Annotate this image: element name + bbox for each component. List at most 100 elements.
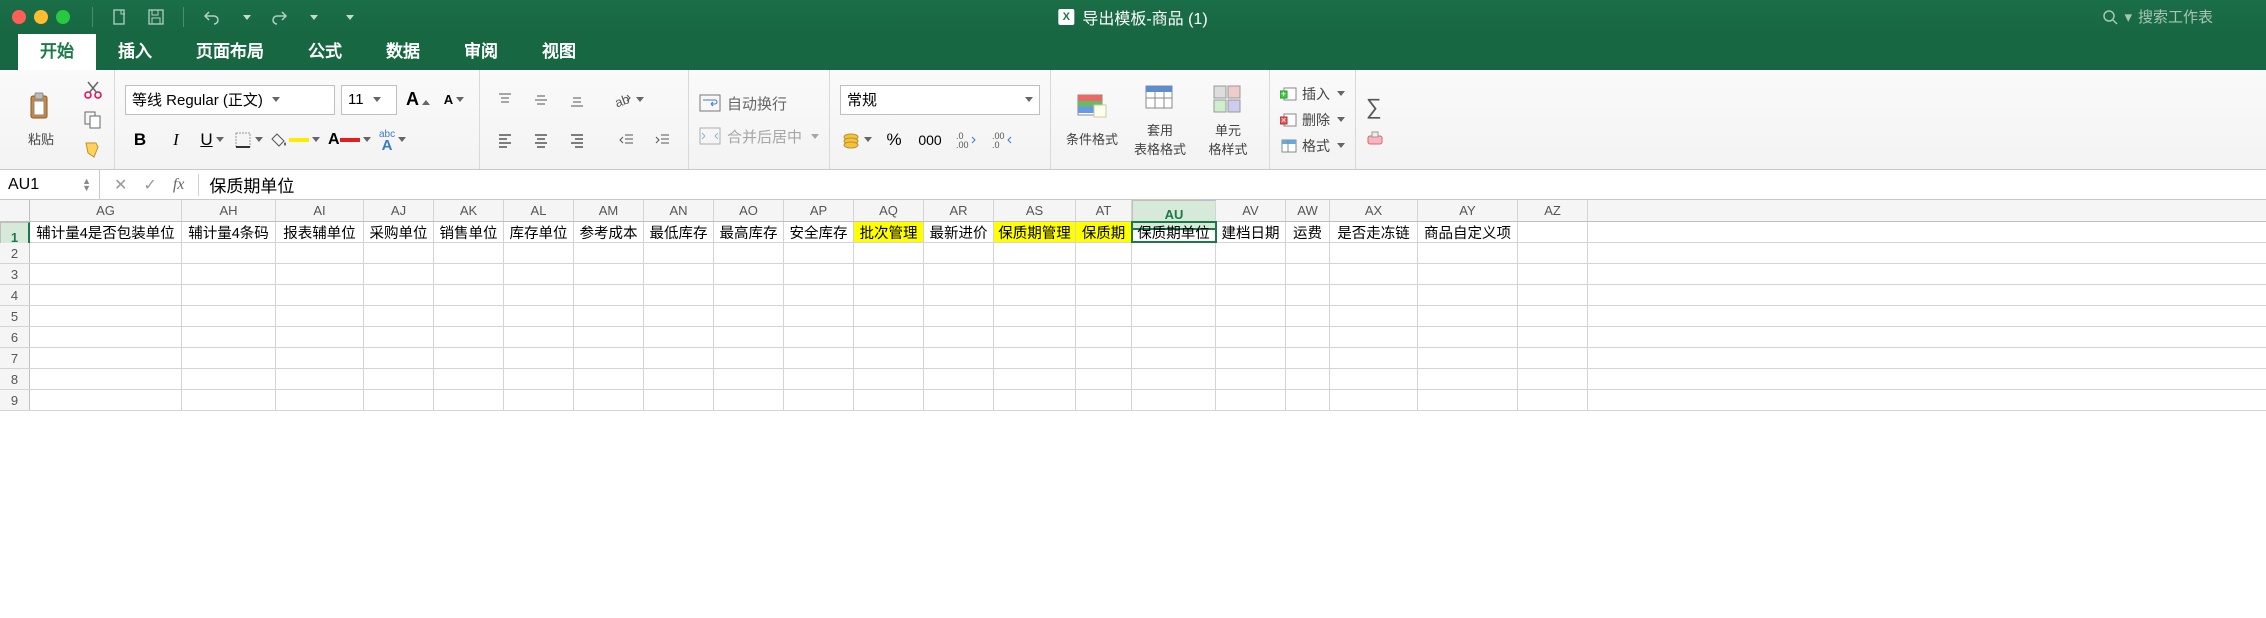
cell[interactable] [1518, 327, 1588, 347]
cell[interactable] [924, 348, 994, 368]
column-header-AL[interactable]: AL [504, 200, 574, 221]
cell[interactable]: 建档日期 [1216, 222, 1286, 242]
cut-icon[interactable] [82, 79, 104, 101]
cell[interactable] [784, 285, 854, 305]
cell[interactable] [1216, 327, 1286, 347]
cell[interactable] [1418, 306, 1518, 326]
column-header-AV[interactable]: AV [1216, 200, 1286, 221]
format-painter-icon[interactable] [82, 139, 104, 161]
cancel-formula-icon[interactable]: ✕ [114, 175, 127, 195]
cell[interactable] [1286, 390, 1330, 410]
cell[interactable] [1216, 348, 1286, 368]
search-box[interactable]: ▾ [2102, 8, 2248, 26]
column-header-AG[interactable]: AG [30, 200, 182, 221]
cell[interactable]: 保质期管理 [994, 222, 1076, 242]
undo-icon[interactable] [202, 8, 222, 26]
wrap-text-button[interactable]: 自动换行 [699, 93, 819, 114]
cell[interactable] [30, 264, 182, 284]
cell[interactable] [1076, 285, 1132, 305]
minimize-window-button[interactable] [34, 10, 48, 24]
cell[interactable] [1518, 390, 1588, 410]
cell[interactable] [1518, 285, 1588, 305]
align-bottom-button[interactable] [562, 85, 592, 115]
decrease-decimal-button[interactable]: .00.0 [987, 125, 1017, 155]
cell[interactable] [644, 264, 714, 284]
cell[interactable] [1216, 369, 1286, 389]
cell[interactable] [994, 306, 1076, 326]
cell[interactable] [994, 243, 1076, 263]
align-center-button[interactable] [526, 125, 556, 155]
cell[interactable] [644, 306, 714, 326]
cell[interactable] [276, 285, 364, 305]
new-file-icon[interactable] [111, 8, 129, 26]
cell[interactable] [364, 390, 434, 410]
cell[interactable] [854, 390, 924, 410]
cell[interactable] [1418, 369, 1518, 389]
cell[interactable] [182, 285, 276, 305]
cell[interactable] [924, 285, 994, 305]
cell[interactable] [784, 327, 854, 347]
cell[interactable] [1076, 243, 1132, 263]
cell[interactable] [1286, 369, 1330, 389]
column-header-AS[interactable]: AS [994, 200, 1076, 221]
cell[interactable] [30, 243, 182, 263]
cell[interactable] [364, 285, 434, 305]
cell[interactable] [854, 264, 924, 284]
search-input[interactable] [2138, 9, 2248, 26]
cell[interactable]: 保质期单位 [1132, 222, 1216, 242]
paste-button[interactable]: 粘贴 [10, 91, 72, 148]
align-top-button[interactable] [490, 85, 520, 115]
tab-视图[interactable]: 视图 [520, 29, 598, 70]
redo-dropdown-icon[interactable] [310, 15, 318, 20]
cell[interactable] [714, 327, 784, 347]
cell[interactable] [504, 390, 574, 410]
cell[interactable]: 最低库存 [644, 222, 714, 242]
row-header-5[interactable]: 5 [0, 306, 30, 326]
cell[interactable] [434, 390, 504, 410]
cell[interactable] [714, 348, 784, 368]
cell[interactable] [276, 348, 364, 368]
cell[interactable] [1076, 327, 1132, 347]
select-all-corner[interactable] [0, 200, 30, 221]
cell[interactable] [1418, 327, 1518, 347]
phonetic-button[interactable]: abcA [378, 125, 408, 155]
cell[interactable]: 辅计量4条码 [182, 222, 276, 242]
cell[interactable] [434, 327, 504, 347]
font-name-select[interactable]: 等线 Regular (正文) [125, 85, 335, 115]
cell[interactable] [1330, 348, 1418, 368]
cell[interactable] [1518, 243, 1588, 263]
cell[interactable] [182, 264, 276, 284]
clear-icon[interactable] [1366, 128, 1388, 146]
cell[interactable] [1076, 390, 1132, 410]
cell[interactable] [1418, 285, 1518, 305]
row-header-2[interactable]: 2 [0, 243, 30, 263]
row-header-9[interactable]: 9 [0, 390, 30, 410]
align-left-button[interactable] [490, 125, 520, 155]
cell[interactable] [276, 327, 364, 347]
row-header-6[interactable]: 6 [0, 327, 30, 347]
cell[interactable] [434, 348, 504, 368]
cell[interactable] [574, 390, 644, 410]
cell[interactable] [364, 348, 434, 368]
row-header-4[interactable]: 4 [0, 285, 30, 305]
cell[interactable] [364, 264, 434, 284]
cell[interactable]: 最高库存 [714, 222, 784, 242]
cell[interactable] [854, 243, 924, 263]
comma-button[interactable]: 000 [915, 125, 945, 155]
cell[interactable] [504, 327, 574, 347]
format-as-table-button[interactable]: 套用 表格格式 [1129, 82, 1191, 158]
cell[interactable] [574, 264, 644, 284]
cell[interactable] [276, 264, 364, 284]
cell[interactable] [30, 369, 182, 389]
close-window-button[interactable] [12, 10, 26, 24]
cell[interactable] [1132, 285, 1216, 305]
cell[interactable]: 安全库存 [784, 222, 854, 242]
cell[interactable]: 保质期 [1076, 222, 1132, 242]
column-header-AY[interactable]: AY [1418, 200, 1518, 221]
cell[interactable] [1418, 264, 1518, 284]
cell[interactable] [276, 390, 364, 410]
confirm-formula-icon[interactable]: ✓ [143, 175, 156, 195]
tab-页面布局[interactable]: 页面布局 [174, 29, 286, 70]
formula-content[interactable]: 保质期单位 [199, 172, 294, 197]
cell[interactable] [30, 327, 182, 347]
